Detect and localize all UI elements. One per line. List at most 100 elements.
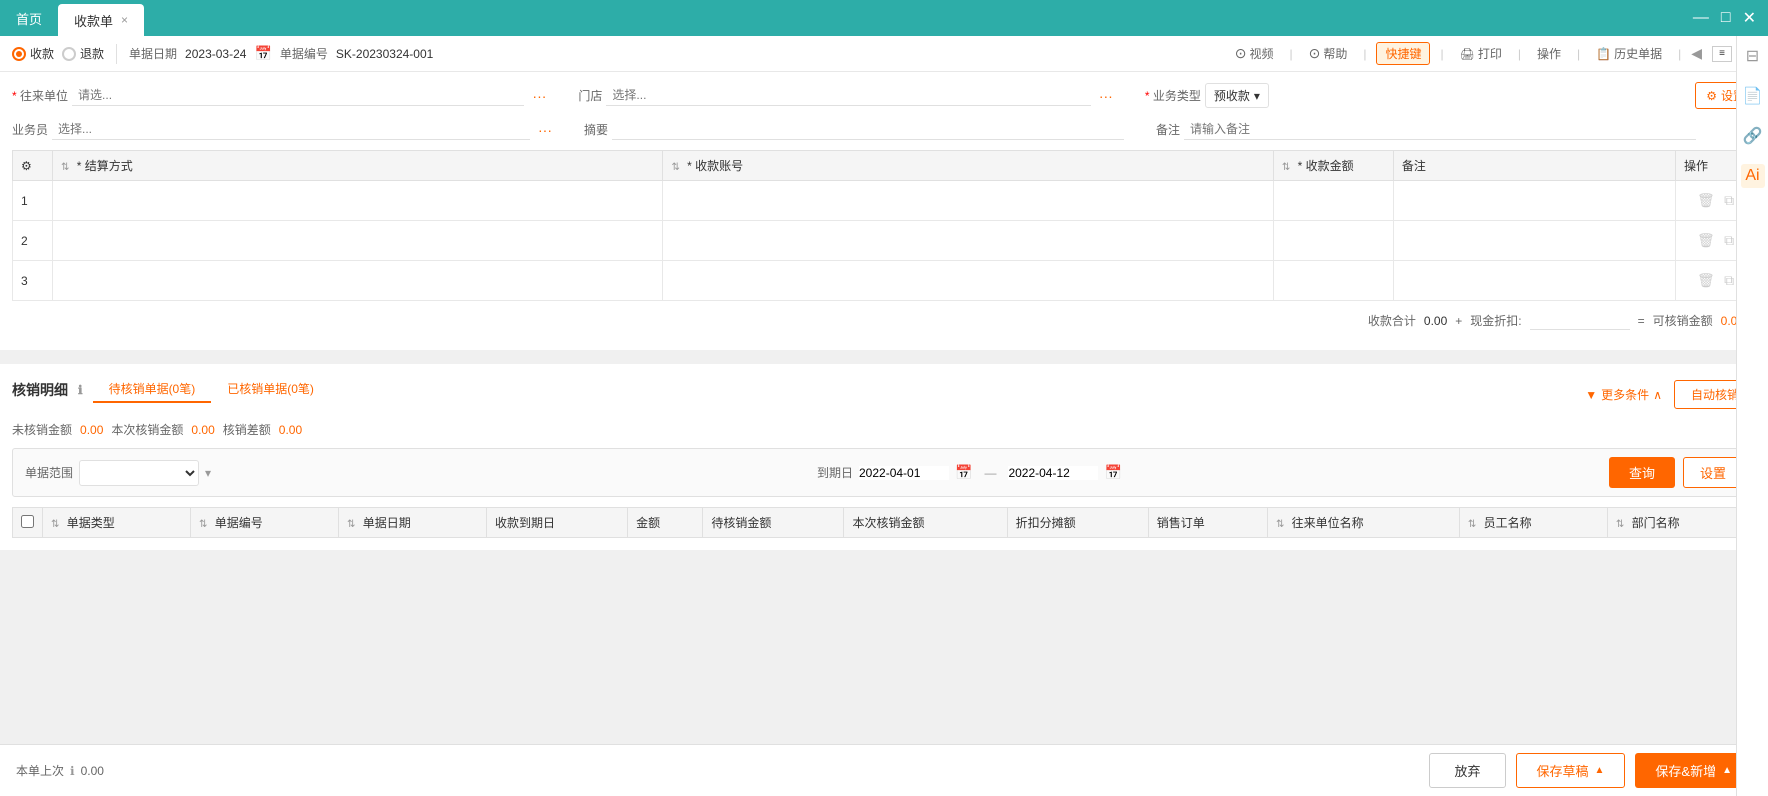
sidebar-ai-icon[interactable]: Ai xyxy=(1741,164,1765,188)
copy-row-2-icon[interactable]: ⧉ xyxy=(1724,232,1734,248)
discount-input[interactable] xyxy=(1530,311,1630,330)
delete-row-2-icon[interactable]: 🗑 xyxy=(1697,232,1715,248)
toolbar-right: ⊙ 视频 | ⊙ 帮助 | 快捷键 | 🖨 打印 | 操作 | 📋 历史单据 |… xyxy=(1229,42,1756,65)
counterpart-label: 往来单位 xyxy=(12,87,68,104)
pending-tab[interactable]: 待核销单据(0笔) xyxy=(93,376,212,403)
draft-btn[interactable]: 保存草稿 ▲ xyxy=(1516,753,1626,788)
col-due-date-label: 收款到期日 xyxy=(495,516,555,530)
date-to-input[interactable] xyxy=(1008,466,1098,480)
account-label: * 收款账号 xyxy=(687,159,743,173)
staff-input[interactable] xyxy=(52,119,530,140)
row-amount-2[interactable] xyxy=(1273,221,1393,261)
copy-row-3-icon[interactable]: ⧉ xyxy=(1724,272,1734,288)
minimize-icon[interactable]: — xyxy=(1693,9,1709,27)
notes-label: 备注 xyxy=(1156,121,1180,138)
row-amount-1[interactable] xyxy=(1273,181,1393,221)
row-notes-3[interactable] xyxy=(1393,261,1675,301)
range-select[interactable] xyxy=(79,460,199,486)
unverified-value: 0.00 xyxy=(80,423,103,437)
close-icon[interactable]: ✕ xyxy=(1743,8,1756,28)
business-type-value: 预收款 xyxy=(1214,87,1250,104)
business-type-selector[interactable]: 预收款 ▾ xyxy=(1205,83,1269,108)
abandon-btn[interactable]: 放弃 xyxy=(1429,753,1505,788)
select-all-checkbox[interactable] xyxy=(21,515,34,528)
discount-label: 现金折扣: xyxy=(1470,312,1521,329)
refund-radio-label: 退款 xyxy=(80,45,104,62)
help-btn[interactable]: ⊙ 帮助 xyxy=(1303,43,1354,64)
delete-row-1-icon[interactable]: 🗑 xyxy=(1697,192,1715,208)
actions-label: 操作 xyxy=(1684,159,1708,173)
store-more-btn[interactable]: ··· xyxy=(1099,88,1113,104)
row-account-1[interactable] xyxy=(663,181,1273,221)
video-label: 视频 xyxy=(1249,45,1273,62)
row-settlement-2[interactable] xyxy=(53,221,663,261)
row-settlement-1[interactable] xyxy=(53,181,663,221)
counterpart-more-btn[interactable]: ··· xyxy=(532,88,546,104)
shortcut-btn[interactable]: 快捷键 xyxy=(1376,42,1430,65)
draft-label: 保存草稿 xyxy=(1537,761,1589,780)
col-dept: ⇅ 部门名称 xyxy=(1607,508,1755,538)
summary-input[interactable] xyxy=(612,119,1124,140)
date-field: 到期日 📅 — 📅 xyxy=(817,464,1593,481)
col-checkbox[interactable] xyxy=(13,508,43,538)
store-field: 门店 ··· xyxy=(578,85,1112,106)
sidebar-doc-icon[interactable]: 📄 xyxy=(1741,84,1765,108)
video-btn[interactable]: ⊙ 视频 xyxy=(1229,43,1280,64)
col-date: ⇅ 单据日期 xyxy=(339,508,487,538)
row-notes-1[interactable] xyxy=(1393,181,1675,221)
more-filter-btn[interactable]: ▼ 更多条件 ∧ xyxy=(1585,386,1662,403)
calendar-from-icon[interactable]: 📅 xyxy=(955,464,972,481)
row-notes-2[interactable] xyxy=(1393,221,1675,261)
counterpart-input[interactable] xyxy=(72,85,524,106)
total-value: 0.00 xyxy=(1424,314,1447,328)
number-value: SK-20230324-001 xyxy=(336,47,433,61)
table-col-settings[interactable]: ⚙ xyxy=(13,151,53,181)
table-row: 3 🗑 ⧉ xyxy=(13,261,1756,301)
verification-section: 核销明细 ℹ 待核销单据(0笔) 已核销单据(0笔) ▼ 更多条件 ∧ 自动核销… xyxy=(0,364,1768,550)
verification-title: 核销明细 xyxy=(12,380,68,400)
col-pending-label: 待核销金额 xyxy=(711,516,771,530)
sidebar-table-icon[interactable]: ⊟ xyxy=(1741,44,1765,68)
query-btn[interactable]: 查询 xyxy=(1609,457,1675,488)
main-form: 往来单位 ··· 门店 ··· 业务类型 预收款 ▾ ⚙ 设置 业务员 xyxy=(0,72,1768,356)
date-from-input[interactable] xyxy=(859,466,949,480)
calendar-to-icon[interactable]: 📅 xyxy=(1104,464,1121,481)
store-input[interactable] xyxy=(606,85,1090,106)
print-icon: 🖨 xyxy=(1460,47,1475,61)
copy-row-1-icon[interactable]: ⧉ xyxy=(1724,192,1734,208)
receipt-radio[interactable]: 收款 xyxy=(12,45,54,62)
row-amount-3[interactable] xyxy=(1273,261,1393,301)
search-bar: 单据范围 ▾ 到期日 📅 — 📅 查询 设置 xyxy=(12,448,1756,497)
current-verify-label: 本次核销金额 xyxy=(111,421,183,438)
row-account-2[interactable] xyxy=(663,221,1273,261)
info-icon[interactable]: ℹ xyxy=(78,383,83,397)
save-new-btn[interactable]: 保存&新增 ▲ xyxy=(1635,753,1752,788)
print-btn[interactable]: 🖨 打印 xyxy=(1454,43,1508,64)
tab-home[interactable]: 首页 xyxy=(0,0,58,36)
more-filter-label: 更多条件 xyxy=(1601,386,1649,403)
sidebar-link-icon[interactable]: 🔗 xyxy=(1741,124,1765,148)
refund-radio[interactable]: 退款 xyxy=(62,45,104,62)
tab-receipt[interactable]: 收款单 × xyxy=(58,4,144,36)
list-view-icon[interactable]: ≡ xyxy=(1712,46,1732,62)
staff-more-btn[interactable]: ··· xyxy=(538,122,552,138)
row-account-3[interactable] xyxy=(663,261,1273,301)
calendar-icon[interactable]: 📅 xyxy=(254,45,271,62)
history-btn[interactable]: 📋 历史单据 xyxy=(1590,43,1668,64)
settings-sm-btn[interactable]: 设置 xyxy=(1683,457,1743,488)
tab-close-icon[interactable]: × xyxy=(121,13,128,27)
section-separator xyxy=(0,356,1768,364)
row-settlement-3[interactable] xyxy=(53,261,663,301)
col-number-label: 单据编号 xyxy=(215,516,263,530)
verification-tabs: 待核销单据(0笔) 已核销单据(0笔) xyxy=(93,376,330,403)
business-type-label: 业务类型 xyxy=(1145,87,1201,104)
diff-value: 0.00 xyxy=(279,423,302,437)
maximize-icon[interactable]: □ xyxy=(1721,9,1731,27)
notes-input[interactable] xyxy=(1184,119,1696,140)
verified-tab[interactable]: 已核销单据(0笔) xyxy=(211,376,330,403)
footer-info-icon[interactable]: ℹ xyxy=(70,764,75,778)
col-counterpart-label: 往来单位名称 xyxy=(1292,516,1364,530)
delete-row-3-icon[interactable]: 🗑 xyxy=(1697,272,1715,288)
prev-arrow[interactable]: ◀ xyxy=(1691,45,1702,62)
operation-btn[interactable]: 操作 xyxy=(1531,43,1567,64)
